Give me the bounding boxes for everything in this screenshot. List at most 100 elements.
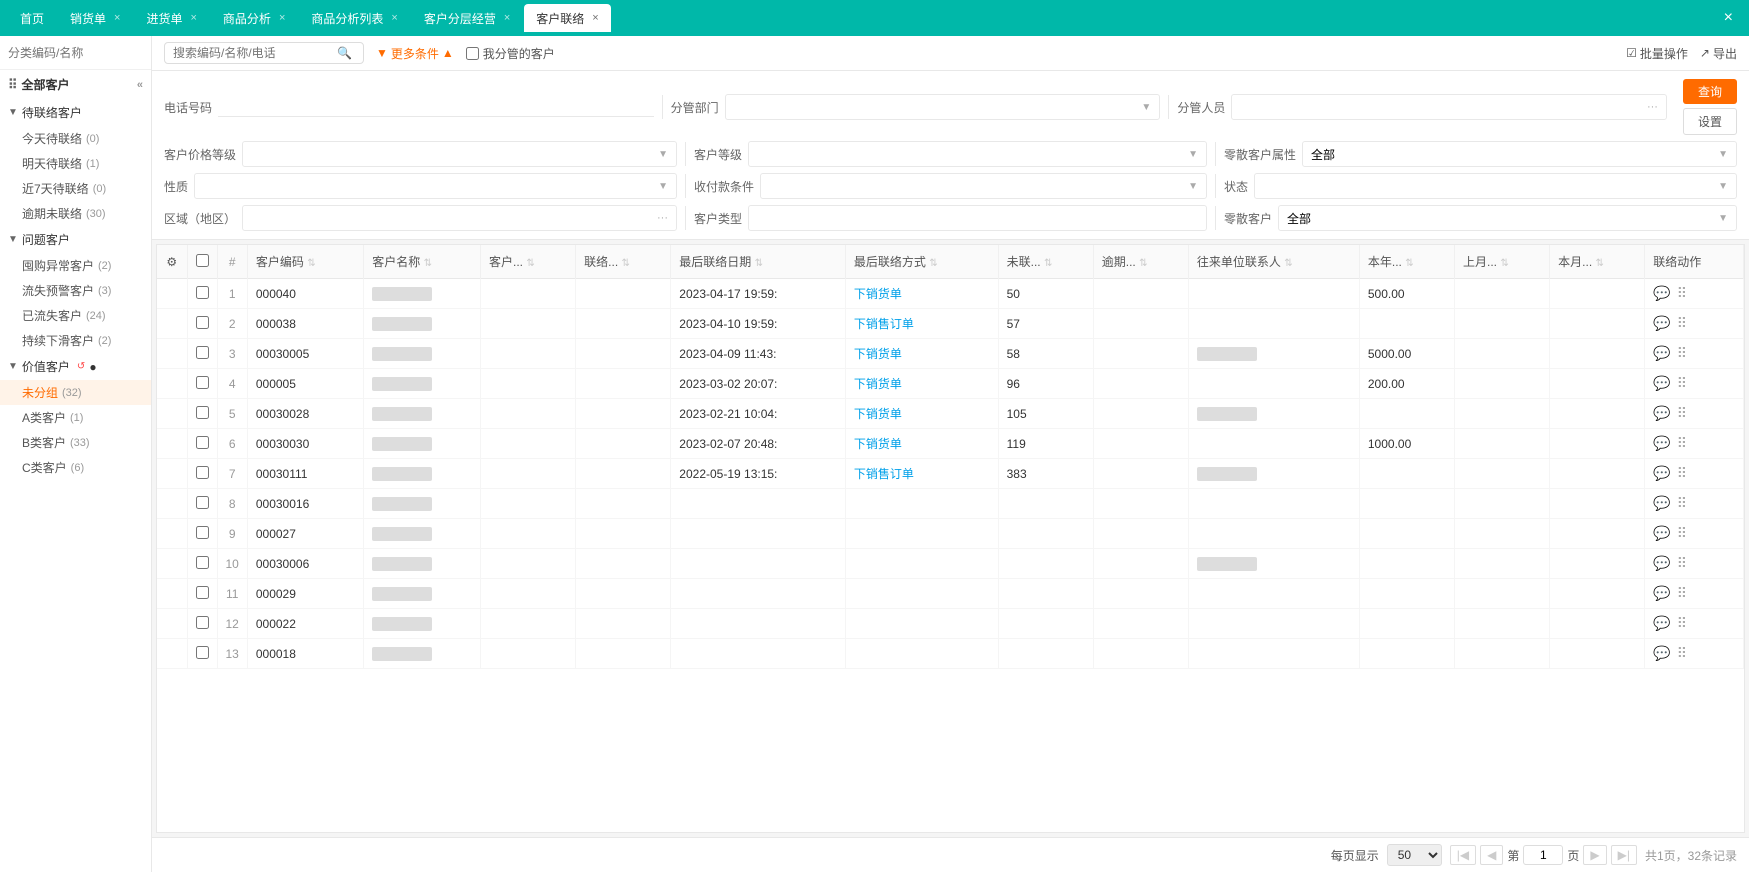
row-checkbox[interactable] <box>196 556 209 569</box>
close-product-list-tab[interactable]: × <box>391 12 397 24</box>
dept-select[interactable]: ▼ <box>725 94 1161 120</box>
sidebar-all-customers[interactable]: ⠿ 全部客户 « <box>0 70 151 99</box>
sidebar-item-declining[interactable]: 持续下滑客户 (2) <box>0 328 151 353</box>
sidebar-item-class-c[interactable]: C类客户 (6) <box>0 455 151 480</box>
row-checkbox-cell[interactable] <box>187 399 217 429</box>
action-comment-icon[interactable]: 💬 <box>1653 405 1670 422</box>
row-checkbox[interactable] <box>196 586 209 599</box>
row-last-way[interactable]: 下销货单 <box>845 429 998 459</box>
row-last-way[interactable] <box>845 489 998 519</box>
action-comment-icon[interactable]: 💬 <box>1653 555 1670 572</box>
reset-button[interactable]: 设置 <box>1683 108 1737 135</box>
prev-page-button[interactable]: ◀ <box>1480 845 1503 865</box>
next-page-button[interactable]: ▶ <box>1583 845 1606 865</box>
tab-home[interactable]: 首页 <box>8 4 56 32</box>
tab-customer-segment[interactable]: 客户分层经营 × <box>412 4 522 32</box>
close-all-button[interactable]: × <box>1716 9 1741 27</box>
nature-select[interactable]: ▼ <box>194 173 677 199</box>
select-all-checkbox[interactable] <box>196 254 209 267</box>
row-checkbox-cell[interactable] <box>187 519 217 549</box>
my-customers-check[interactable] <box>466 47 479 60</box>
action-grid-icon[interactable]: ⠿ <box>1677 465 1687 482</box>
action-grid-icon[interactable]: ⠿ <box>1677 585 1687 602</box>
action-grid-icon[interactable]: ⠿ <box>1677 375 1687 392</box>
action-comment-icon[interactable]: 💬 <box>1653 465 1670 482</box>
action-comment-icon[interactable]: 💬 <box>1653 645 1670 662</box>
action-comment-icon[interactable]: 💬 <box>1653 495 1670 512</box>
row-last-way[interactable] <box>845 579 998 609</box>
action-comment-icon[interactable]: 💬 <box>1653 585 1670 602</box>
row-last-way[interactable]: 下销货单 <box>845 369 998 399</box>
row-checkbox-cell[interactable] <box>187 639 217 669</box>
sidebar-item-abnormal[interactable]: 囤购异常客户 (2) <box>0 253 151 278</box>
sidebar-item-class-a[interactable]: A类客户 (1) <box>0 405 151 430</box>
sidebar-item-tomorrow[interactable]: 明天待联络 (1) <box>0 151 151 176</box>
export-button[interactable]: ↗ 导出 <box>1700 45 1737 62</box>
code-column-header[interactable]: 客户编码 ⇅ <box>247 245 363 279</box>
row-checkbox[interactable] <box>196 346 209 359</box>
action-comment-icon[interactable]: 💬 <box>1653 435 1670 452</box>
sidebar-search-input[interactable] <box>8 46 152 60</box>
sidebar-item-today[interactable]: 今天待联络 (0) <box>0 126 151 151</box>
close-sales-tab[interactable]: × <box>114 12 120 24</box>
checkbox-column-header[interactable] <box>187 245 217 279</box>
main-search-input[interactable] <box>173 46 333 60</box>
payment-select[interactable]: ▼ <box>760 173 1207 199</box>
scatter-attr-select[interactable]: 全部 ▼ <box>1302 141 1737 167</box>
region-select[interactable]: ··· <box>242 205 677 231</box>
row-checkbox[interactable] <box>196 616 209 629</box>
close-customer-segment-tab[interactable]: × <box>504 12 510 24</box>
row-checkbox[interactable] <box>196 496 209 509</box>
scatter-select[interactable]: 全部 ▼ <box>1278 205 1737 231</box>
action-grid-icon[interactable]: ⠿ <box>1677 615 1687 632</box>
last-way-column-header[interactable]: 最后联络方式 ⇅ <box>845 245 998 279</box>
action-comment-icon[interactable]: 💬 <box>1653 345 1670 362</box>
action-grid-icon[interactable]: ⠿ <box>1677 405 1687 422</box>
action-grid-icon[interactable]: ⠿ <box>1677 285 1687 302</box>
row-checkbox-cell[interactable] <box>187 579 217 609</box>
last-page-button[interactable]: ▶| <box>1611 845 1637 865</box>
row-last-way[interactable] <box>845 609 998 639</box>
value-refresh-icon[interactable]: ↺ <box>77 361 85 372</box>
row-checkbox-cell[interactable] <box>187 369 217 399</box>
action-grid-icon[interactable]: ⠿ <box>1677 525 1687 542</box>
tab-purchase[interactable]: 进货单 × <box>134 4 208 32</box>
row-last-way[interactable] <box>845 549 998 579</box>
row-checkbox[interactable] <box>196 286 209 299</box>
more-conditions-button[interactable]: ▼ 更多条件 ▲ <box>376 45 454 62</box>
gear-column-header[interactable]: ⚙ <box>157 245 187 279</box>
page-number-input[interactable] <box>1523 845 1563 865</box>
sidebar-item-lost[interactable]: 已流失客户 (24) <box>0 303 151 328</box>
action-comment-icon[interactable]: 💬 <box>1653 615 1670 632</box>
sidebar-item-7days[interactable]: 近7天待联络 (0) <box>0 176 151 201</box>
row-checkbox-cell[interactable] <box>187 339 217 369</box>
this-year-column-header[interactable]: 本年... ⇅ <box>1359 245 1454 279</box>
query-button[interactable]: 查询 <box>1683 79 1737 104</box>
my-customers-checkbox[interactable]: 我分管的客户 <box>466 45 555 62</box>
row-last-way[interactable]: 下销售订单 <box>845 309 998 339</box>
last-date-column-header[interactable]: 最后联络日期 ⇅ <box>671 245 846 279</box>
uncontact-column-header[interactable]: 未联... ⇅ <box>998 245 1093 279</box>
action-grid-icon[interactable]: ⠿ <box>1677 315 1687 332</box>
per-page-select[interactable]: 50 100 200 <box>1387 844 1442 866</box>
row-checkbox-cell[interactable] <box>187 309 217 339</box>
tab-product-analysis[interactable]: 商品分析 × <box>211 4 297 32</box>
name-column-header[interactable]: 客户名称 ⇅ <box>364 245 481 279</box>
status-select[interactable]: ▼ <box>1254 173 1737 199</box>
action-comment-icon[interactable]: 💬 <box>1653 285 1670 302</box>
type-column-header[interactable]: 客户... ⇅ <box>481 245 576 279</box>
overdue-column-header[interactable]: 逾期... ⇅ <box>1093 245 1188 279</box>
row-checkbox[interactable] <box>196 526 209 539</box>
partner-column-header[interactable]: 往来单位联系人 ⇅ <box>1188 245 1359 279</box>
contact-column-header[interactable]: 联络... ⇅ <box>576 245 671 279</box>
row-last-way[interactable]: 下销货单 <box>845 399 998 429</box>
tab-sales[interactable]: 销货单 × <box>58 4 132 32</box>
action-grid-icon[interactable]: ⠿ <box>1677 495 1687 512</box>
row-checkbox[interactable] <box>196 436 209 449</box>
row-last-way[interactable] <box>845 639 998 669</box>
manager-select[interactable]: ··· <box>1231 94 1667 120</box>
row-checkbox-cell[interactable] <box>187 429 217 459</box>
action-grid-icon[interactable]: ⠿ <box>1677 555 1687 572</box>
row-checkbox[interactable] <box>196 646 209 659</box>
row-last-way[interactable]: 下销售订单 <box>845 459 998 489</box>
